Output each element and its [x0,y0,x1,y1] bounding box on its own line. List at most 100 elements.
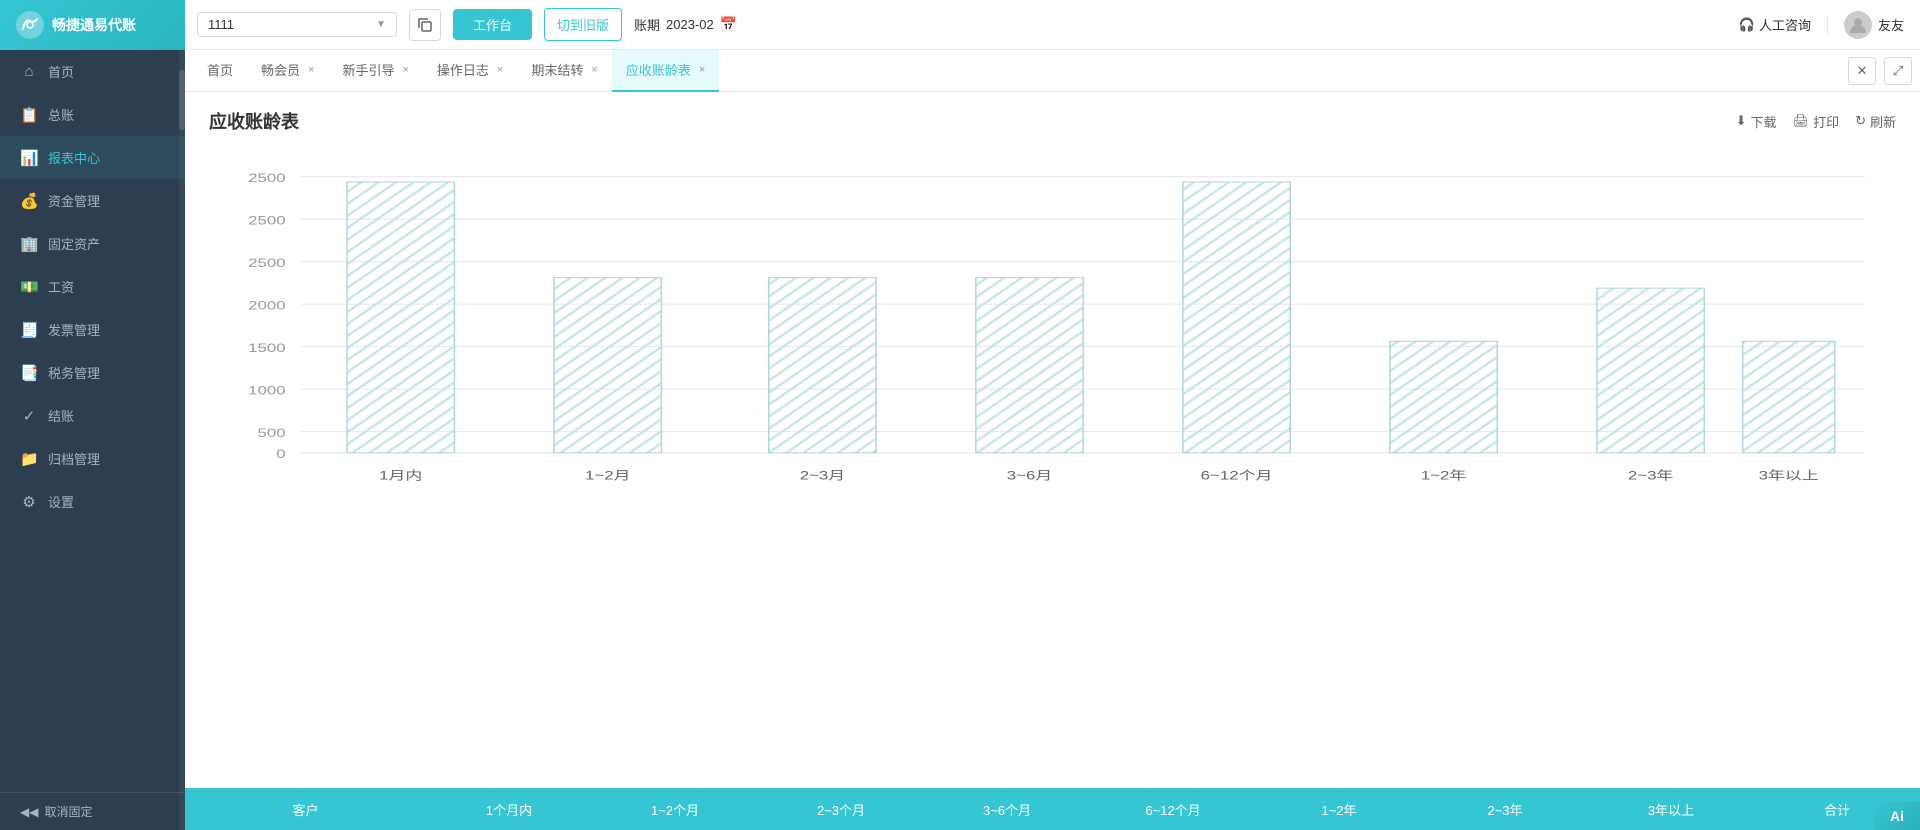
tabs-actions: ✕ ⤢ [1848,57,1912,85]
tab-home[interactable]: 首页 [193,50,247,92]
table-header-cell: 6~12个月 [1090,800,1256,819]
svg-text:1月内: 1月内 [379,469,422,483]
table-header-cell: 客户 [185,800,426,819]
sidebar-item-home[interactable]: ⌂ 首页 [0,50,185,93]
tab-label-guide: 新手引导 [342,60,394,79]
header-right: 🎧 人工咨询 友友 [1739,11,1904,39]
sidebar-label-tax: 税务管理 [48,363,100,382]
tab-period_end[interactable]: 期末结转 × [517,50,611,92]
avatar [1844,11,1872,39]
download-label: 下载 [1751,112,1777,131]
sidebar-item-archive[interactable]: 📁 归档管理 [0,437,185,480]
tab-label-period_end: 期末结转 [531,60,583,79]
tabs-bar: 首页畅会员×新手引导×操作日志×期末结转×应收账龄表× ✕ ⤢ [185,50,1920,92]
tax-icon: 📑 [20,364,38,382]
reports-icon: 📊 [20,149,38,167]
archive-icon: 📁 [20,450,38,468]
pin-icon: ◀◀ [20,805,38,819]
table-header-cell: 3~6个月 [924,800,1090,819]
assets-icon: 🏢 [20,235,38,253]
period-label: 账期 [634,15,660,34]
sidebar-label-home: 首页 [48,62,74,81]
sidebar-label-ledger: 总账 [48,105,74,124]
page-header: 应收账龄表 ⬇ 下载 🖨 打印 ↻ 刷新 [185,92,1920,146]
sidebar-label-reports: 报表中心 [48,148,100,167]
tab-close-member[interactable]: × [308,64,314,76]
svg-text:2~3月: 2~3月 [800,470,845,483]
logo-area: 畅捷通易代账 [0,0,185,50]
headset-icon: 🎧 [1739,17,1755,33]
sidebar-item-tax[interactable]: 📑 税务管理 [0,351,185,394]
sidebar-item-reports[interactable]: 📊 报表中心 [0,136,185,179]
tab-oplog[interactable]: 操作日志× [423,50,517,92]
consult-button[interactable]: 🎧 人工咨询 [1739,15,1811,34]
ai-badge[interactable]: Ai [1874,802,1920,830]
svg-text:1500: 1500 [248,342,286,355]
svg-text:1000: 1000 [248,385,286,398]
table-header-cell: 1~2个月 [592,800,758,819]
dropdown-arrow-icon: ▼ [376,19,386,30]
invoice-icon: 🧾 [20,321,38,339]
chart-container: 2500 2500 2500 2000 1500 1000 500 0 [185,146,1920,788]
table-header: 客户1个月内1~2个月2~3个月3~6个月6~12个月1~2年2~3年3年以上合… [185,788,1920,830]
sidebar-label-funds: 资金管理 [48,191,100,210]
home-icon: ⌂ [20,63,38,80]
user-label: 友友 [1878,15,1904,34]
tab-aging[interactable]: 应收账龄表 × [612,50,719,92]
refresh-button[interactable]: ↻ 刷新 [1855,112,1896,131]
svg-text:2500: 2500 [248,215,286,228]
sidebar-label-archive: 归档管理 [48,449,100,468]
download-button[interactable]: ⬇ 下载 [1736,112,1777,131]
period-area: 账期 2023-02 📅 [634,15,737,34]
tab-close-oplog[interactable]: × [497,64,503,76]
tab-guide[interactable]: 新手引导 × [328,50,422,92]
svg-text:1~2月: 1~2月 [585,470,630,483]
sidebar-item-funds[interactable]: 💰 资金管理 [0,179,185,222]
table-header-cell: 2~3年 [1422,800,1588,819]
period-value: 2023-02 [666,17,714,32]
settings-icon: ⚙ [20,493,38,511]
svg-text:1~2年: 1~2年 [1421,469,1466,483]
unpin-label: 取消固定 [44,803,92,820]
close-tab-button[interactable]: ✕ [1848,57,1876,85]
tab-label-aging: 应收账龄表 [626,60,691,79]
print-button[interactable]: 🖨 打印 [1793,112,1840,131]
company-selector[interactable]: 1111 ▼ [197,12,397,37]
bar-chart: 2500 2500 2500 2000 1500 1000 500 0 [209,166,1896,506]
sidebar-item-salary[interactable]: 💵工资 [0,265,185,308]
table-header-cell: 1~2年 [1256,800,1422,819]
ledger-icon: 📋 [20,106,38,124]
copy-icon-button[interactable] [409,9,441,41]
tab-member[interactable]: 畅会员 × [247,50,328,92]
content-area: 首页畅会员×新手引导×操作日志×期末结转×应收账龄表× ✕ ⤢ 应收账龄表 ⬇ … [185,50,1920,830]
sidebar-item-invoice[interactable]: 🧾发票管理 [0,308,185,351]
switch-version-button[interactable]: 切到旧版 [544,8,622,41]
funds-icon: 💰 [20,192,38,210]
sidebar-item-checkout[interactable]: ✓ 结账 [0,394,185,437]
tab-label-member: 畅会员 [261,60,300,79]
sidebar-item-ledger[interactable]: 📋 总账 [0,93,185,136]
sidebar-label-checkout: 结账 [48,406,74,425]
tab-close-guide[interactable]: × [402,64,408,76]
workbench-button[interactable]: 工作台 [453,9,532,40]
svg-text:2500: 2500 [248,257,286,270]
sidebar: ⌂ 首页 📋 总账 📊 报表中心 💰 资金管理 🏢固定资产💵工资🧾发票管理 📑 税务管理 ✓ 结账 📁 归档… [0,50,185,830]
print-icon: 🖨 [1793,113,1810,129]
tab-close-aging[interactable]: × [699,64,705,76]
user-area[interactable]: 友友 [1844,11,1904,39]
sidebar-item-settings[interactable]: ⚙ 设置 [0,480,185,523]
tab-close-period_end[interactable]: × [591,64,597,76]
sidebar-unpin[interactable]: ◀◀ 取消固定 [0,792,185,830]
company-name: 1111 [208,17,370,32]
svg-text:2~3年: 2~3年 [1628,469,1673,483]
sidebar-label-salary: 工资 [48,277,74,296]
sidebar-item-assets[interactable]: 🏢固定资产 [0,222,185,265]
expand-tab-button[interactable]: ⤢ [1884,57,1912,85]
table-header-cell: 1个月内 [426,800,592,819]
checkout-icon: ✓ [20,407,38,425]
logo-text: 畅捷通易代账 [52,15,136,35]
main-layout: ⌂ 首页 📋 总账 📊 报表中心 💰 资金管理 🏢固定资产💵工资🧾发票管理 📑 税务管理 ✓ 结账 📁 归档… [0,50,1920,830]
sidebar-label-settings: 设置 [48,492,74,511]
calendar-icon[interactable]: 📅 [720,16,737,33]
svg-text:6~12个月: 6~12个月 [1201,469,1273,483]
